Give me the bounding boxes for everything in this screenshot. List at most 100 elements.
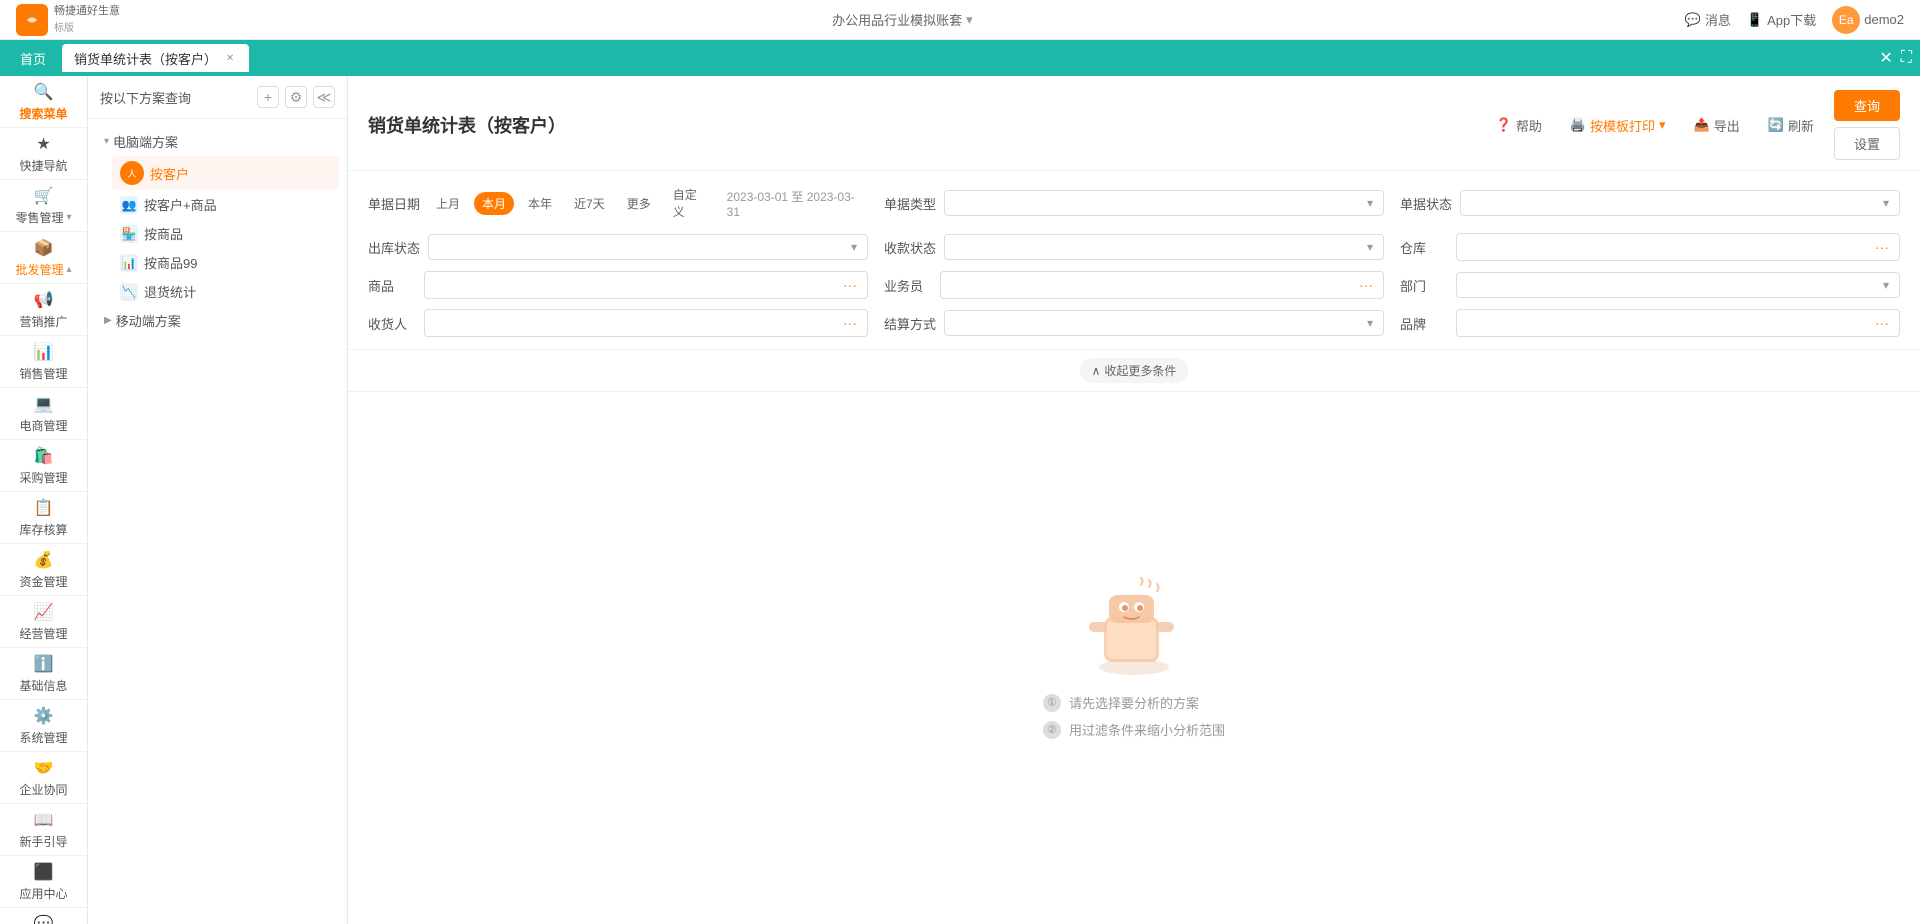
tree-items-desktop: 人 按客户 👥 按客户+商品 🏪 按商品 📊	[96, 156, 339, 306]
tree-group-mobile-label: 移动端方案	[116, 311, 181, 330]
user-area[interactable]: Ea demo2	[1832, 6, 1904, 34]
gear-icon: ⚙️	[34, 706, 54, 726]
sidebar-item-purchase[interactable]: 🛍️ 采购管理	[0, 440, 87, 492]
sidebar-item-basic-info[interactable]: ℹ️ 基础信息	[0, 648, 87, 700]
avatar: Ea	[1832, 6, 1860, 34]
consignee-control[interactable]: ···	[424, 309, 868, 337]
department-control[interactable]: ▾	[1456, 272, 1900, 298]
sidebar-item-finance[interactable]: 💰 资金管理	[0, 544, 87, 596]
order-status-label: 单据状态	[1400, 194, 1452, 213]
sidebar-item-app-center[interactable]: ⬛ 应用中心	[0, 856, 87, 908]
app-download-btn[interactable]: 📱 App下载	[1747, 10, 1816, 29]
settlement-control[interactable]: ▾	[944, 310, 1384, 336]
print-btn[interactable]: 🖨️ 按模板打印 ▾	[1562, 112, 1674, 139]
refresh-btn[interactable]: 🔄 刷新	[1760, 112, 1822, 139]
sidebar-item-system[interactable]: ⚙️ 系统管理	[0, 700, 87, 752]
order-type-control[interactable]: ▾	[944, 190, 1384, 216]
sidebar-item-marketing[interactable]: 📢 营销推广	[0, 284, 87, 336]
tab-expand-icon[interactable]: ⛶	[1901, 49, 1912, 67]
settings-btn[interactable]: 设置	[1834, 127, 1900, 160]
sidebar-item-inventory[interactable]: 📋 库存核算	[0, 492, 87, 544]
print-arrow-icon: ▾	[1659, 117, 1666, 133]
tab-bar-right: ✕ ⛶	[1879, 48, 1912, 68]
tree-item-return-stats[interactable]: 📉 退货统计	[112, 277, 339, 306]
sidebar-item-quick-nav[interactable]: ★ 快捷导航	[0, 128, 87, 180]
out-status-label: 出库状态	[368, 238, 420, 257]
goods-icon: 🏪	[120, 225, 138, 243]
goods99-icon: 📊	[120, 254, 138, 272]
salesperson-control[interactable]: ···	[940, 271, 1384, 299]
help-btn[interactable]: ❓ 帮助	[1488, 112, 1550, 139]
scheme-actions: + ⚙ ≪	[257, 86, 335, 108]
receipt-status-control[interactable]: ▾	[944, 234, 1384, 260]
query-btn[interactable]: 查询	[1834, 90, 1900, 121]
date-tab-this-month[interactable]: 本月	[474, 192, 514, 215]
sidebar-item-ecommerce[interactable]: 💻 电商管理	[0, 388, 87, 440]
date-tab-custom[interactable]: 自定义	[665, 183, 717, 223]
consignee-label: 收货人	[368, 314, 416, 333]
filter-warehouse: 仓库 ···	[1400, 233, 1900, 261]
brand-control[interactable]: ···	[1456, 309, 1900, 337]
goods-control[interactable]: ···	[424, 271, 868, 299]
message-btn[interactable]: 💬 消息	[1685, 10, 1731, 29]
date-tab-more[interactable]: 更多	[619, 192, 659, 215]
tree-group-mobile-header[interactable]: ▶ 移动端方案	[96, 306, 339, 335]
sidebar-item-wechat[interactable]: 💬 企业微信	[0, 908, 87, 924]
collapse-row: ∧ 收起更多条件	[348, 350, 1920, 392]
tree-item-by-goods99[interactable]: 📊 按商品99	[112, 248, 339, 277]
tab-home[interactable]: 首页	[8, 44, 58, 72]
filter-section: 单据日期 上月 本月 本年 近7天 更多 自定义 2023-03-01 至 20…	[348, 171, 1920, 350]
filter-consignee: 收货人 ···	[368, 309, 868, 337]
return-icon: 📉	[120, 283, 138, 301]
star-icon: ★	[36, 134, 50, 154]
date-label: 单据日期	[368, 194, 420, 213]
chevron-down-icon: ▾	[66, 212, 71, 223]
scheme-collapse-btn[interactable]: ≪	[313, 86, 335, 108]
consignee-dots-icon: ···	[843, 315, 857, 331]
goods-label: 商品	[368, 276, 416, 295]
tree-group-desktop-header[interactable]: ▾ 电脑端方案	[96, 127, 339, 156]
date-tab-last-month[interactable]: 上月	[428, 192, 468, 215]
top-header: 畅捷通好生意 标版 办公用品行业模拟账套 ▾ 💬 消息 📱 App下载 Ea d…	[0, 0, 1920, 40]
tree-item-goods99-label: 按商品99	[144, 253, 197, 272]
sidebar-item-operations[interactable]: 📈 经营管理	[0, 596, 87, 648]
dropdown-arrow-icon[interactable]: ▾	[966, 12, 973, 28]
filter-row-4: 收货人 ··· 结算方式 ▾ 品牌	[368, 309, 1900, 337]
main-content: 销货单统计表（按客户） ❓ 帮助 🖨️ 按模板打印 ▾ 📤 导出	[348, 76, 1920, 924]
tree-item-by-customer[interactable]: 人 按客户	[112, 156, 339, 190]
header-right: 💬 消息 📱 App下载 Ea demo2	[1685, 6, 1904, 34]
date-tab-this-year[interactable]: 本年	[520, 192, 560, 215]
sidebar-item-sales[interactable]: 📊 销售管理	[0, 336, 87, 388]
sidebar-item-retail[interactable]: 🛒 零售管理 ▾	[0, 180, 87, 232]
tree-item-return-label: 退货统计	[144, 282, 196, 301]
date-tab-7days[interactable]: 近7天	[566, 192, 613, 215]
sidebar-item-search[interactable]: 🔍 搜索菜单	[0, 76, 87, 128]
content-area: 按以下方案查询 + ⚙ ≪ ▾ 电脑端方案 人 按客户	[88, 76, 1920, 924]
tab-sales-stats[interactable]: 销货单统计表（按客户） ✕	[62, 44, 249, 72]
tab-close-all-icon[interactable]: ✕	[1879, 48, 1892, 68]
scheme-add-btn[interactable]: +	[257, 86, 279, 108]
tree-item-customer-goods[interactable]: 👥 按客户+商品	[112, 190, 339, 219]
export-btn[interactable]: 📤 导出	[1686, 112, 1748, 139]
out-status-control[interactable]: ▾	[428, 234, 868, 260]
marketing-icon: 📢	[34, 290, 54, 310]
sidebar-item-wholesale[interactable]: 📦 批发管理 ▴	[0, 232, 87, 284]
collapse-btn[interactable]: ∧ 收起更多条件	[1080, 358, 1189, 383]
refresh-icon: 🔄	[1768, 117, 1784, 133]
order-status-control[interactable]: ▾	[1460, 190, 1900, 216]
filter-settlement: 结算方式 ▾	[884, 310, 1384, 336]
download-icon: 📱	[1747, 12, 1763, 28]
tree-expand-icon: ▾	[104, 136, 109, 147]
retail-icon: 🛒	[34, 186, 54, 206]
scheme-settings-btn[interactable]: ⚙	[285, 86, 307, 108]
header-left: 畅捷通好生意 标版	[16, 4, 120, 36]
sidebar-item-newbie[interactable]: 📖 新手引导	[0, 804, 87, 856]
warehouse-control[interactable]: ···	[1456, 233, 1900, 261]
tab-close-icon[interactable]: ✕	[223, 51, 237, 65]
filter-date: 单据日期 上月 本月 本年 近7天 更多 自定义 2023-03-01 至 20…	[368, 183, 868, 223]
logo-area: 畅捷通好生意 标版	[16, 4, 120, 36]
sidebar-item-enterprise[interactable]: 🤝 企业协同	[0, 752, 87, 804]
page-title: 销货单统计表（按客户）	[368, 112, 566, 138]
tree-group-desktop-label: 电脑端方案	[113, 132, 178, 151]
tree-item-by-goods[interactable]: 🏪 按商品	[112, 219, 339, 248]
